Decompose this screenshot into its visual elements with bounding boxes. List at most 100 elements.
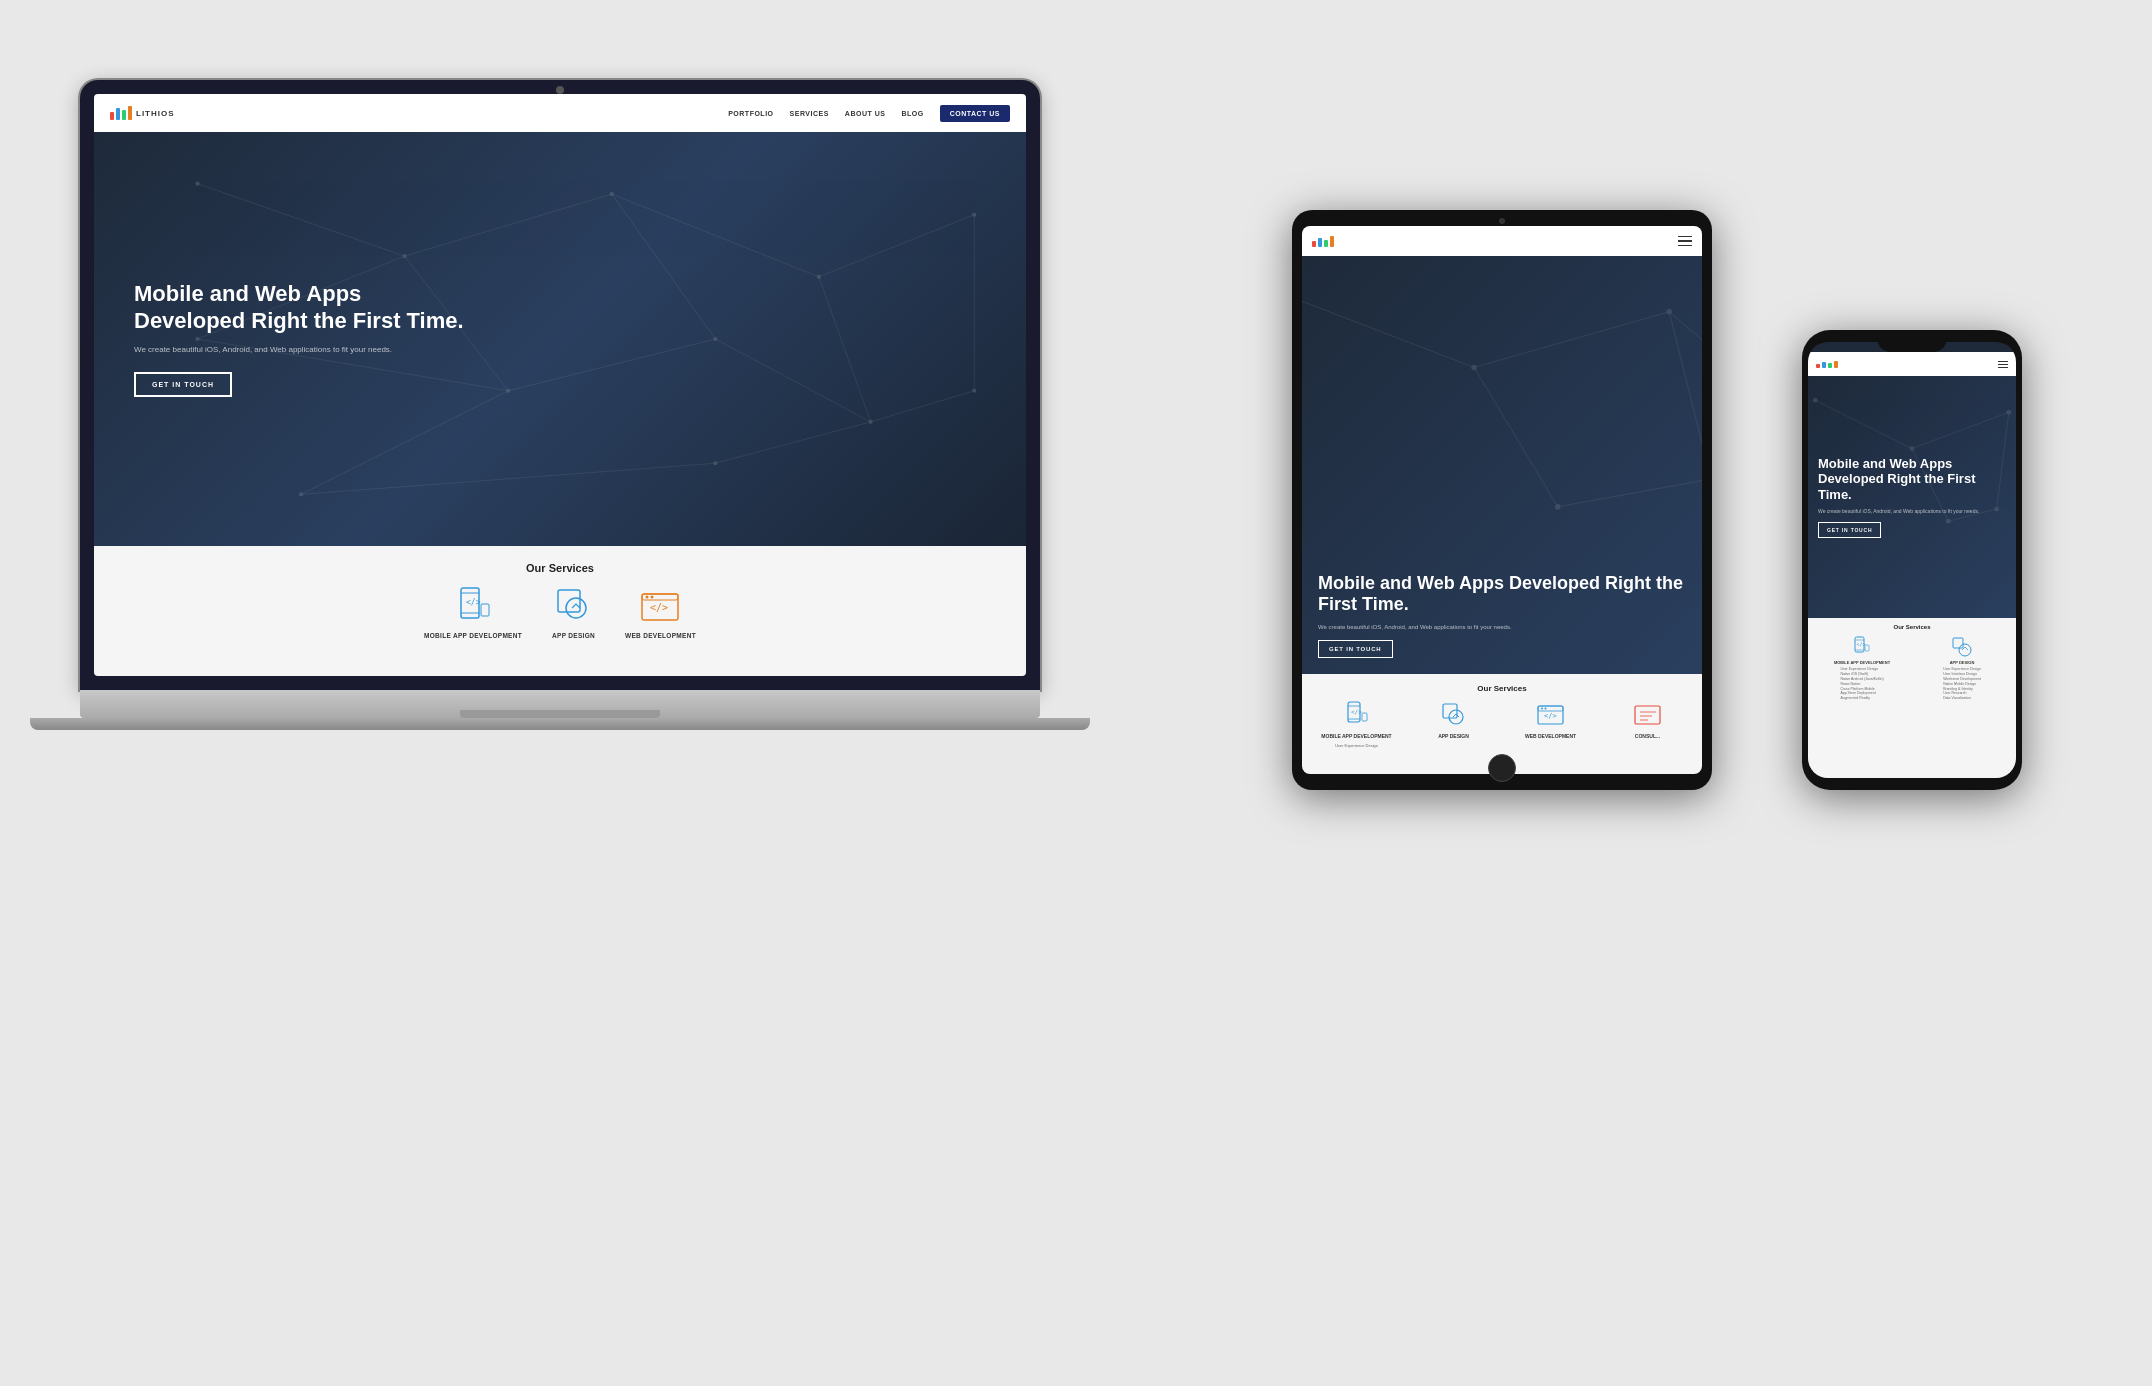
svg-line-71 — [1997, 412, 2009, 509]
svg-point-38 — [646, 596, 649, 599]
svg-text:</>: </> — [650, 602, 668, 613]
svg-point-50 — [1555, 504, 1561, 510]
svg-line-1 — [405, 194, 612, 256]
svg-point-26 — [299, 492, 303, 496]
nav-contact-button[interactable]: CONTACT US — [940, 105, 1010, 122]
svg-line-13 — [301, 391, 508, 495]
tablet-outer: Mobile and Web Apps Developed Right the … — [1292, 210, 1712, 790]
svg-point-47 — [1471, 365, 1477, 371]
svg-point-19 — [817, 275, 821, 279]
svg-line-14 — [715, 422, 870, 463]
phone-notch — [1877, 330, 1947, 352]
svg-line-3 — [819, 215, 974, 277]
tablet-service-design: APP DESIGN — [1409, 701, 1498, 748]
laptop-camera — [556, 86, 564, 94]
svg-line-43 — [1474, 367, 1558, 506]
svg-point-58 — [1449, 710, 1463, 724]
phone-services-grid: </> MOBILE APP DEVELOPMENT User Experien… — [1814, 636, 2010, 701]
laptop-website: LITHIOS PORTFOLIO SERVICES ABOUT US BLOG… — [94, 94, 1026, 676]
svg-line-0 — [198, 184, 405, 256]
nav-link-blog[interactable]: BLOG — [901, 110, 923, 117]
svg-point-77 — [1994, 507, 1999, 512]
svg-line-42 — [1669, 312, 1702, 396]
svg-text:</>: </> — [1351, 708, 1362, 715]
tablet-services-title: Our Services — [1312, 684, 1692, 693]
phone-service-design-label: APP DESIGN — [1950, 660, 1975, 665]
svg-point-84 — [1959, 644, 1971, 656]
phone-hamburger-icon[interactable] — [1998, 361, 2008, 368]
svg-point-20 — [972, 213, 976, 217]
tablet-service-mobile: </> MOBILE APP DEVELOPMENT User Experien… — [1312, 701, 1401, 748]
scene: LITHIOS PORTFOLIO SERVICES ABOUT US BLOG… — [0, 0, 2152, 1386]
svg-line-5 — [612, 194, 716, 339]
laptop-base — [80, 690, 1040, 718]
svg-text:</>: </> — [1544, 712, 1557, 720]
svg-point-25 — [972, 389, 976, 393]
nav-link-portfolio[interactable]: PORTFOLIO — [728, 110, 773, 117]
svg-rect-32 — [481, 604, 489, 616]
svg-point-63 — [1544, 708, 1546, 710]
tablet-hamburger-icon[interactable] — [1678, 236, 1692, 247]
phone-service-mobile-details: User Experience DesignNative iOS (Swift)… — [1840, 667, 1883, 701]
svg-point-23 — [869, 420, 873, 424]
phone-service-mobile: </> MOBILE APP DEVELOPMENT User Experien… — [1814, 636, 1910, 701]
tablet-service-mobile-label: MOBILE APP DEVELOPMENT — [1321, 733, 1391, 739]
tablet-service-design-label: APP DESIGN — [1438, 733, 1469, 739]
laptop-service-mobile: </> MOBILE APP DEVELOPMENT — [424, 586, 522, 639]
tablet-home-button[interactable] — [1488, 754, 1516, 782]
laptop-service-web-label: WEB DEVELOPMENT — [625, 632, 696, 639]
svg-point-48 — [1666, 309, 1672, 315]
phone-service-mobile-label: MOBILE APP DEVELOPMENT — [1834, 660, 1890, 665]
phone-services-title: Our Services — [1814, 624, 2010, 630]
phone-device: Mobile and Web Apps Developed Right the … — [1802, 330, 2022, 790]
svg-line-6 — [819, 277, 871, 422]
phone-service-design: APP DESIGN User Experience DesignUser In… — [1914, 636, 2010, 701]
laptop-screen-outer: LITHIOS PORTFOLIO SERVICES ABOUT US BLOG… — [80, 80, 1040, 690]
laptop-nav-links: PORTFOLIO SERVICES ABOUT US BLOG CONTACT… — [728, 105, 1010, 122]
tablet-service-mobile-sub: User Experience Design — [1335, 743, 1378, 748]
laptop-hero-title: Mobile and Web Apps Developed Right the … — [134, 281, 474, 334]
tablet-logo-bars-icon — [1312, 236, 1334, 247]
tablet-service-web: </> WEB DEVELOPMENT — [1506, 701, 1595, 748]
phone-screen: Mobile and Web Apps Developed Right the … — [1808, 342, 2016, 778]
svg-point-34 — [566, 598, 586, 618]
nav-link-services[interactable]: SERVICES — [790, 110, 829, 117]
laptop-foot — [30, 718, 1090, 730]
phone-service-design-details: User Experience DesignUser Interface Des… — [1943, 667, 1981, 701]
svg-point-62 — [1541, 708, 1543, 710]
svg-point-74 — [1910, 446, 1915, 451]
svg-line-45 — [1558, 479, 1702, 507]
svg-line-15 — [301, 463, 715, 494]
svg-line-40 — [1302, 298, 1474, 368]
svg-point-22 — [713, 337, 717, 341]
laptop-services-title: Our Services — [118, 562, 1002, 574]
svg-rect-64 — [1635, 706, 1660, 724]
svg-rect-82 — [1865, 645, 1869, 651]
laptop-service-web: </> WEB DEVELOPMENT — [625, 586, 696, 639]
svg-point-76 — [1946, 519, 1951, 524]
svg-point-39 — [651, 596, 654, 599]
laptop-services-grid: </> MOBILE APP DEVELOPMENT — [118, 586, 1002, 639]
svg-point-17 — [403, 254, 407, 258]
svg-line-72 — [1948, 509, 1996, 521]
laptop-logo: LITHIOS — [110, 106, 175, 120]
laptop-hero-subtitle: We create beautiful iOS, Android, and We… — [134, 344, 474, 356]
tablet-camera — [1499, 218, 1505, 224]
tablet-device: Mobile and Web Apps Developed Right the … — [1292, 210, 1712, 790]
phone-nav — [1808, 352, 2016, 376]
svg-point-27 — [713, 461, 717, 465]
svg-rect-57 — [1443, 704, 1457, 718]
laptop-nav: LITHIOS PORTFOLIO SERVICES ABOUT US BLOG… — [94, 94, 1026, 132]
svg-line-69 — [1912, 412, 2009, 448]
laptop-get-in-touch-button[interactable]: GET IN TOUCH — [134, 372, 232, 397]
laptop-services-section: Our Services </> — [94, 546, 1026, 676]
svg-line-7 — [508, 339, 715, 391]
nav-link-about[interactable]: ABOUT US — [845, 110, 886, 117]
svg-point-73 — [1813, 398, 1818, 403]
logo-bars-icon — [110, 106, 132, 120]
laptop-service-design-label: APP DESIGN — [552, 632, 595, 639]
svg-rect-56 — [1362, 713, 1367, 721]
svg-line-11 — [871, 391, 975, 422]
laptop-logo-text: LITHIOS — [136, 109, 175, 118]
svg-text:</>: </> — [466, 598, 481, 607]
